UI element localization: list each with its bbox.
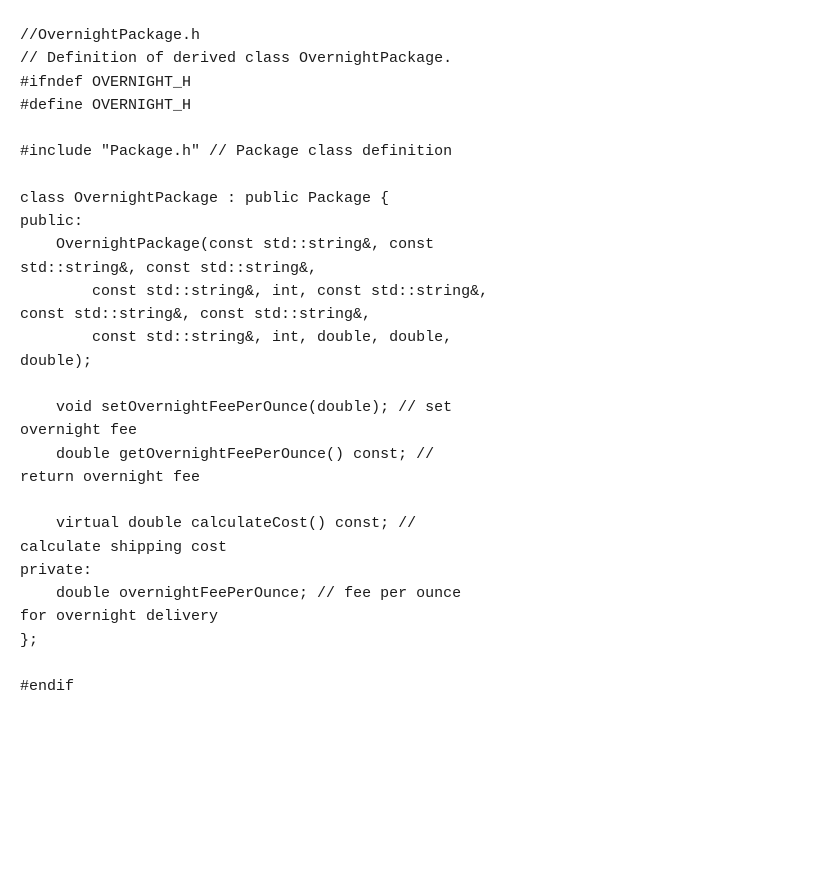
code-block: //OvernightPackage.h // Definition of de… [0, 0, 834, 875]
